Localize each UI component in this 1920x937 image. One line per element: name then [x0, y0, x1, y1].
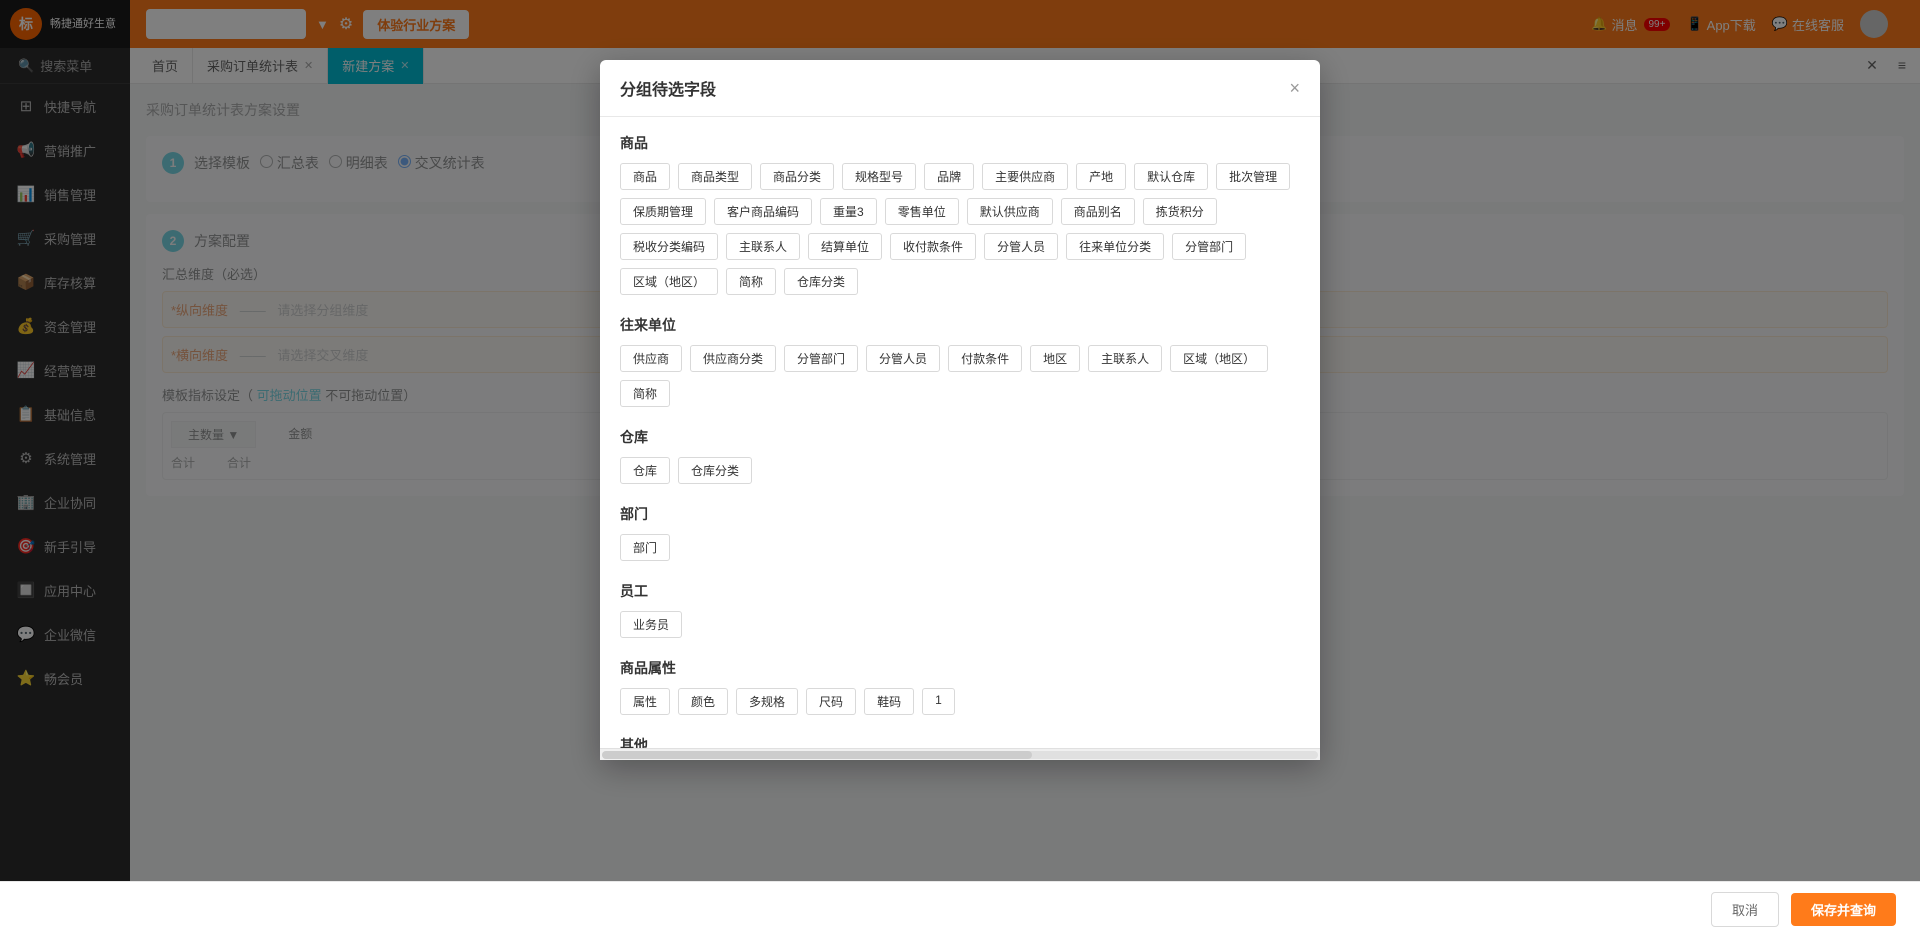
field-tag-partner-7[interactable]: 区域（地区）	[1170, 345, 1268, 372]
hscroll-track	[602, 751, 1318, 759]
field-tag-product-19[interactable]: 收付款条件	[890, 233, 976, 260]
field-tag-product-17[interactable]: 主联系人	[726, 233, 800, 260]
modal-hscroll[interactable]	[600, 748, 1320, 760]
field-section-staff: 员工业务员	[620, 581, 1300, 638]
modal-header: 分组待选字段 ×	[600, 60, 1320, 117]
field-section-product-attr: 商品属性属性颜色多规格尺码鞋码 1	[620, 658, 1300, 715]
field-tag-product-23[interactable]: 区域（地区）	[620, 268, 718, 295]
modal-body[interactable]: 商品商品商品类型商品分类规格型号品牌主要供应商产地默认仓库批次管理保质期管理客户…	[600, 117, 1320, 748]
modal-dialog: 分组待选字段 × 商品商品商品类型商品分类规格型号品牌主要供应商产地默认仓库批次…	[600, 60, 1320, 760]
hscroll-thumb	[602, 751, 1032, 759]
field-tag-product-3[interactable]: 规格型号	[842, 163, 916, 190]
field-section-title-department: 部门	[620, 504, 1300, 524]
field-tag-product-16[interactable]: 税收分类编码	[620, 233, 718, 260]
field-tag-product-9[interactable]: 保质期管理	[620, 198, 706, 225]
field-tag-partner-4[interactable]: 付款条件	[948, 345, 1022, 372]
field-tag-department-0[interactable]: 部门	[620, 534, 670, 561]
field-tags-product: 商品商品类型商品分类规格型号品牌主要供应商产地默认仓库批次管理保质期管理客户商品…	[620, 163, 1300, 295]
field-tag-product-13[interactable]: 默认供应商	[967, 198, 1053, 225]
field-section-title-staff: 员工	[620, 581, 1300, 601]
field-tag-product-attr-4[interactable]: 鞋码	[864, 688, 914, 715]
field-tag-partner-6[interactable]: 主联系人	[1088, 345, 1162, 372]
field-section-department: 部门部门	[620, 504, 1300, 561]
field-tag-partner-3[interactable]: 分管人员	[866, 345, 940, 372]
field-tag-product-12[interactable]: 零售单位	[885, 198, 959, 225]
field-tag-partner-2[interactable]: 分管部门	[784, 345, 858, 372]
field-tags-warehouse: 仓库仓库分类	[620, 457, 1300, 484]
field-tag-product-6[interactable]: 产地	[1076, 163, 1126, 190]
field-tag-product-1[interactable]: 商品类型	[678, 163, 752, 190]
field-tag-product-22[interactable]: 分管部门	[1172, 233, 1246, 260]
field-section-title-partner: 往来单位	[620, 315, 1300, 335]
field-tag-product-20[interactable]: 分管人员	[984, 233, 1058, 260]
field-tag-product-2[interactable]: 商品分类	[760, 163, 834, 190]
field-section-title-warehouse: 仓库	[620, 427, 1300, 447]
field-tag-staff-0[interactable]: 业务员	[620, 611, 682, 638]
field-tag-product-11[interactable]: 重量3	[820, 198, 877, 225]
field-section-product: 商品商品商品类型商品分类规格型号品牌主要供应商产地默认仓库批次管理保质期管理客户…	[620, 133, 1300, 295]
field-section-partner: 往来单位供应商供应商分类分管部门分管人员付款条件地区主联系人区域（地区） 简称	[620, 315, 1300, 407]
field-tag-product-14[interactable]: 商品别名	[1061, 198, 1135, 225]
field-tag-partner-1[interactable]: 供应商分类	[690, 345, 776, 372]
field-tags-product-attr: 属性颜色多规格尺码鞋码 1	[620, 688, 1300, 715]
field-tag-product-5[interactable]: 主要供应商	[982, 163, 1068, 190]
field-tag-product-24[interactable]: 简称	[726, 268, 776, 295]
field-tag-product-0[interactable]: 商品	[620, 163, 670, 190]
cancel-button[interactable]: 取消	[1711, 892, 1779, 927]
field-tag-product-18[interactable]: 结算单位	[808, 233, 882, 260]
field-tag-product-attr-1[interactable]: 颜色	[678, 688, 728, 715]
field-tags-staff: 业务员	[620, 611, 1300, 638]
field-tag-product-21[interactable]: 往来单位分类	[1066, 233, 1164, 260]
field-section-warehouse: 仓库仓库仓库分类	[620, 427, 1300, 484]
field-tags-department: 部门	[620, 534, 1300, 561]
field-tag-product-4[interactable]: 品牌	[924, 163, 974, 190]
field-tag-product-25[interactable]: 仓库分类	[784, 268, 858, 295]
field-tag-product-8[interactable]: 批次管理	[1216, 163, 1290, 190]
field-tag-warehouse-1[interactable]: 仓库分类	[678, 457, 752, 484]
modal-overlay: 分组待选字段 × 商品商品商品类型商品分类规格型号品牌主要供应商产地默认仓库批次…	[0, 0, 1920, 937]
field-tag-partner-0[interactable]: 供应商	[620, 345, 682, 372]
field-tag-product-7[interactable]: 默认仓库	[1134, 163, 1208, 190]
field-tag-product-10[interactable]: 客户商品编码	[714, 198, 812, 225]
modal-close-btn[interactable]: ×	[1289, 79, 1300, 97]
field-section-title-other: 其他	[620, 735, 1300, 748]
field-section-title-product: 商品	[620, 133, 1300, 153]
field-section-title-product-attr: 商品属性	[620, 658, 1300, 678]
field-tag-product-attr-0[interactable]: 属性	[620, 688, 670, 715]
field-tags-partner: 供应商供应商分类分管部门分管人员付款条件地区主联系人区域（地区） 简称	[620, 345, 1300, 407]
field-tag-warehouse-0[interactable]: 仓库	[620, 457, 670, 484]
save-query-button[interactable]: 保存并查询	[1791, 893, 1896, 926]
field-tag-partner-8[interactable]: 简称	[620, 380, 670, 407]
field-tag-product-attr-2[interactable]: 多规格	[736, 688, 798, 715]
modal-footer: 取消 保存并查询	[0, 881, 1920, 937]
modal-title: 分组待选字段	[620, 76, 716, 100]
field-tag-partner-5[interactable]: 地区	[1030, 345, 1080, 372]
field-section-other: 其他	[620, 735, 1300, 748]
field-tag-product-attr-3[interactable]: 尺码	[806, 688, 856, 715]
field-tag-product-attr-5[interactable]: 1	[922, 688, 955, 715]
field-tag-product-15[interactable]: 拣货积分	[1143, 198, 1217, 225]
